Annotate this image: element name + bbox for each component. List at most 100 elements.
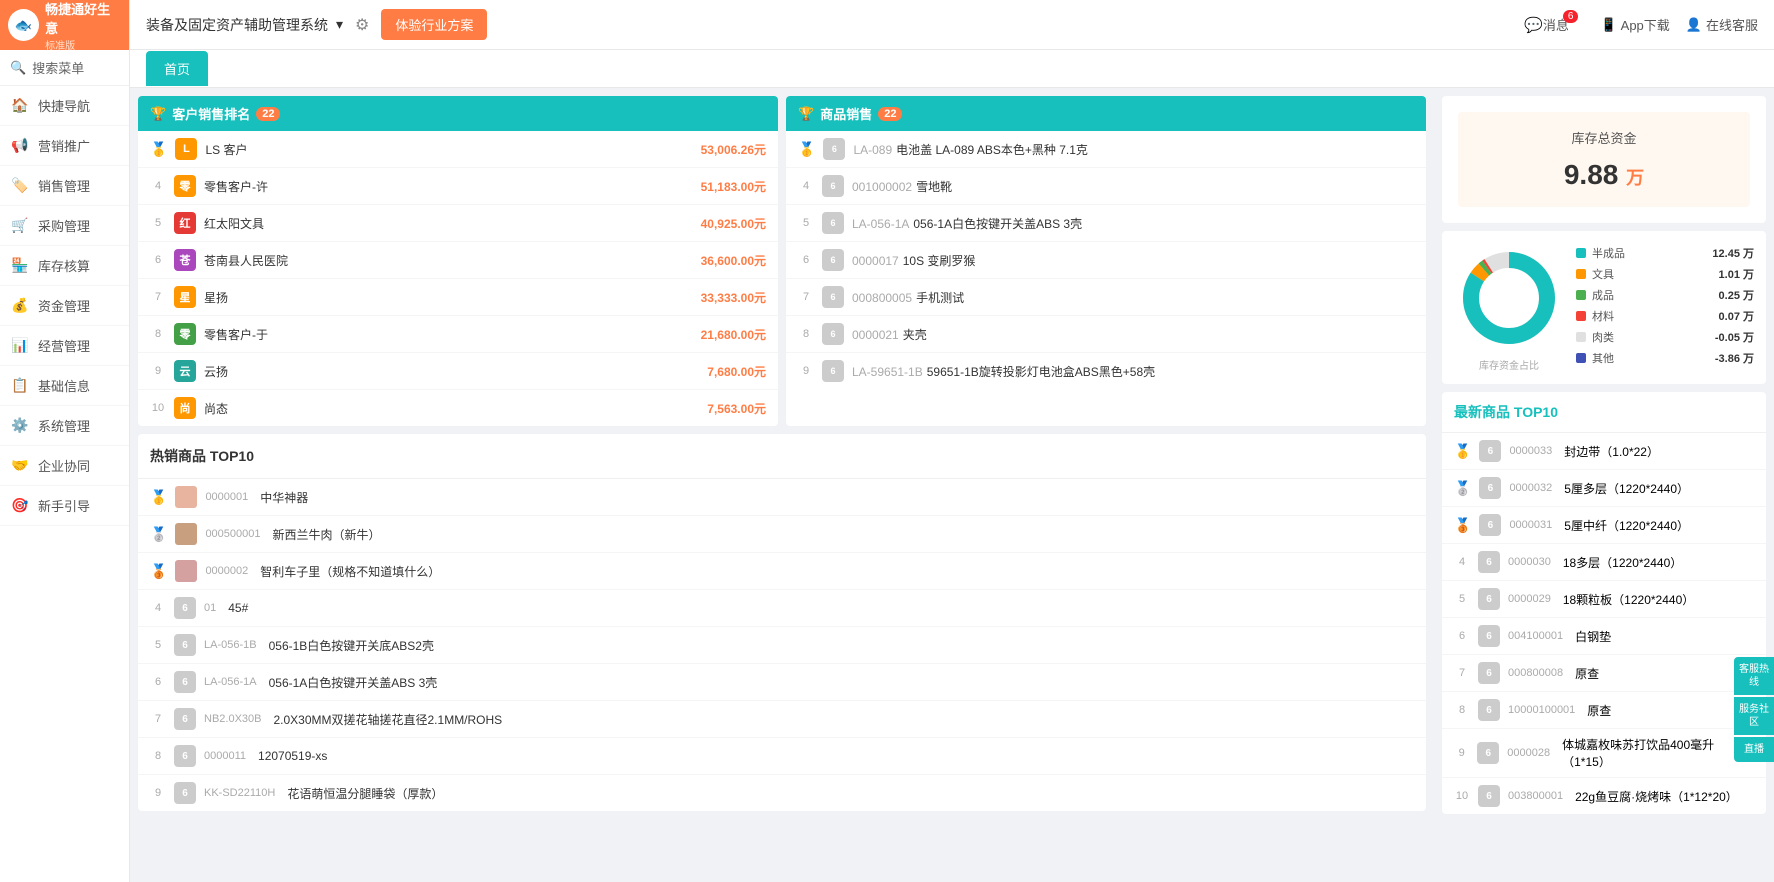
avatar-3: 红 bbox=[174, 212, 196, 234]
sidebar-item-base-info[interactable]: 📋 基础信息 bbox=[0, 366, 129, 406]
list-item: 5 6 LA-056-1A056-1A白色按键开关盖ABS 3壳 bbox=[786, 205, 1426, 242]
legend-dot-1 bbox=[1576, 248, 1586, 258]
sidebar-item-guide[interactable]: 🎯 新手引导 bbox=[0, 486, 129, 526]
product-sales-header: 🏆 商品销售 22 bbox=[786, 96, 1426, 131]
list-item: 6 苍 苍南县人民医院 36,600.00元 bbox=[138, 242, 778, 279]
message-area[interactable]: 💬 消息 6 bbox=[1524, 15, 1584, 34]
list-item: 8 零 零售客户-于 21,680.00元 bbox=[138, 316, 778, 353]
np-item-9: 9 6 0000028 体城嘉枚味苏打饮品400毫升（1*15） bbox=[1442, 729, 1766, 778]
service-icon: 👤 bbox=[1686, 17, 1702, 33]
inventory-amount: 9.88 万 bbox=[1474, 159, 1734, 191]
prod-img-3 bbox=[175, 560, 197, 582]
customer-name-6: 零售客户-于 bbox=[204, 326, 693, 343]
np-badge-8: 6 bbox=[1478, 699, 1500, 721]
sidebar-item-enterprise[interactable]: 🤝 企业协同 bbox=[0, 446, 129, 486]
avatar-6: 零 bbox=[174, 323, 196, 345]
search-icon: 🔍 bbox=[10, 60, 26, 76]
np-badge-9: 6 bbox=[1477, 742, 1499, 764]
topbar: 装备及固定资产辅助管理系统 ▾ ⚙ 体验行业方案 💬 消息 6 📱 App下载 … bbox=[130, 0, 1774, 50]
operations-icon: 📊 bbox=[10, 337, 30, 354]
inventory-icon: 🏪 bbox=[10, 257, 30, 274]
prod-name-1: LA-089电池盖 LA-089 ABS本色+黑种 7.1克 bbox=[853, 141, 1093, 158]
sidebar-item-system[interactable]: ⚙️ 系统管理 bbox=[0, 406, 129, 446]
np-badge-10: 6 bbox=[1478, 785, 1500, 807]
sidebar-item-quick-nav[interactable]: 🏠 快捷导航 bbox=[0, 86, 129, 126]
legend-dot-5 bbox=[1576, 332, 1586, 342]
avatar-1: L bbox=[175, 138, 197, 160]
inventory-legend: 半成品 12.45 万 文具 1.01 万 成品 0.25 万 bbox=[1576, 245, 1754, 371]
legend-item-2: 文具 1.01 万 bbox=[1576, 266, 1754, 282]
trophy-icon: 🏆 bbox=[150, 106, 166, 122]
list-item: 7 6 NB2.0X30B 2.0X30MM双搓花轴搓花直径2.1MM/ROHS bbox=[138, 701, 1426, 738]
np-badge-5: 6 bbox=[1478, 588, 1500, 610]
rank-num-5: 7 bbox=[150, 291, 166, 303]
customer-amount-8: 7,563.00元 bbox=[707, 400, 766, 417]
customer-name-1: LS 客户 bbox=[205, 141, 692, 158]
top-row: 🏆 客户销售排名 22 🥇 L LS 客户 53,006.26元 4 bbox=[138, 96, 1426, 426]
legend-item-4: 材料 0.07 万 bbox=[1576, 308, 1754, 324]
sidebar-item-marketing[interactable]: 📢 营销推广 bbox=[0, 126, 129, 166]
np-badge-6: 6 bbox=[1478, 625, 1500, 647]
prod-name-4: 000001710S 变刷罗猴 bbox=[852, 252, 1414, 269]
legend-item-6: 其他 -3.86 万 bbox=[1576, 350, 1754, 366]
np-badge-1: 6 bbox=[1479, 440, 1501, 462]
legend-item-3: 成品 0.25 万 bbox=[1576, 287, 1754, 303]
customer-amount-5: 33,333.00元 bbox=[701, 289, 766, 306]
product-sales-badge: 22 bbox=[878, 107, 902, 121]
legend-dot-6 bbox=[1576, 353, 1586, 363]
list-item: 6 6 LA-056-1A 056-1A白色按键开关盖ABS 3壳 bbox=[138, 664, 1426, 701]
list-item: 9 6 LA-59651-1B59651-1B旋转投影灯电池盒ABS黑色+58壳 bbox=[786, 353, 1426, 389]
rank-num-4: 6 bbox=[150, 254, 166, 266]
customer-name-7: 云扬 bbox=[204, 363, 699, 380]
float-service-hotline[interactable]: 客服热线 bbox=[1734, 657, 1774, 695]
sidebar-item-finance[interactable]: 💰 资金管理 bbox=[0, 286, 129, 326]
prod-badge-5: 6 bbox=[822, 286, 844, 308]
purchase-icon: 🛒 bbox=[10, 217, 30, 234]
float-service-live[interactable]: 直播 bbox=[1734, 737, 1774, 762]
np-badge-3: 6 bbox=[1479, 514, 1501, 536]
hot-products-title: 热销商品 TOP10 bbox=[138, 434, 1426, 479]
customer-name-5: 星扬 bbox=[204, 289, 693, 306]
system-selector[interactable]: 装备及固定资产辅助管理系统 ▾ bbox=[146, 15, 343, 35]
float-service-community[interactable]: 服务社区 bbox=[1734, 697, 1774, 735]
legend-dot-3 bbox=[1576, 290, 1586, 300]
base-info-icon: 📋 bbox=[10, 377, 30, 394]
customer-amount-7: 7,680.00元 bbox=[707, 363, 766, 380]
prod-gray-5: 6 bbox=[174, 634, 196, 656]
prod-gray-7: 6 bbox=[174, 708, 196, 730]
sidebar-logo: 🐟 畅捷通好生意 标准版 bbox=[0, 0, 129, 50]
tab-home[interactable]: 首页 bbox=[146, 51, 208, 86]
sidebar-item-inventory[interactable]: 🏪 库存核算 bbox=[0, 246, 129, 286]
list-item: 5 红 红太阳文具 40,925.00元 bbox=[138, 205, 778, 242]
prod-img-1 bbox=[175, 486, 197, 508]
list-item: 7 6 000800005手机测试 bbox=[786, 279, 1426, 316]
trial-button[interactable]: 体验行业方案 bbox=[381, 9, 487, 40]
topbar-right: 💬 消息 6 📱 App下载 👤 在线客服 bbox=[1524, 15, 1758, 34]
np-item-8: 8 6 10000100001 原查 bbox=[1442, 692, 1766, 729]
gear-icon[interactable]: ⚙ bbox=[355, 15, 369, 35]
avatar-8: 尚 bbox=[174, 397, 196, 419]
list-item: 10 尚 尚态 7,563.00元 bbox=[138, 390, 778, 426]
customer-amount-4: 36,600.00元 bbox=[701, 252, 766, 269]
app-download-area[interactable]: 📱 App下载 bbox=[1600, 15, 1669, 34]
customer-amount-2: 51,183.00元 bbox=[701, 178, 766, 195]
online-service-area[interactable]: 👤 在线客服 bbox=[1686, 15, 1758, 34]
guide-icon: 🎯 bbox=[10, 497, 30, 514]
rank-num-8: 10 bbox=[150, 402, 166, 414]
list-item: 5 6 LA-056-1B 056-1B白色按键开关底ABS2壳 bbox=[138, 627, 1426, 664]
prod-badge-6: 6 bbox=[822, 323, 844, 345]
sidebar-item-purchase[interactable]: 🛒 采购管理 bbox=[0, 206, 129, 246]
prod-name-6: 0000021夹壳 bbox=[852, 326, 1414, 343]
rank-num-6: 8 bbox=[150, 328, 166, 340]
prod-img-2 bbox=[175, 523, 197, 545]
np-item-7: 7 6 000800008 原查 bbox=[1442, 655, 1766, 692]
customer-ranking-badge: 22 bbox=[256, 107, 280, 121]
rank-medal-1: 🥇 bbox=[150, 141, 167, 158]
sidebar-item-sales[interactable]: 🏷️ 销售管理 bbox=[0, 166, 129, 206]
sidebar-item-operations[interactable]: 📊 经营管理 bbox=[0, 326, 129, 366]
system-icon: ⚙️ bbox=[10, 417, 30, 434]
home-icon: 🏠 bbox=[10, 97, 30, 114]
search-menu[interactable]: 🔍 搜索菜单 bbox=[0, 50, 129, 86]
list-item: 8 6 0000021夹壳 bbox=[786, 316, 1426, 353]
legend-dot-2 bbox=[1576, 269, 1586, 279]
